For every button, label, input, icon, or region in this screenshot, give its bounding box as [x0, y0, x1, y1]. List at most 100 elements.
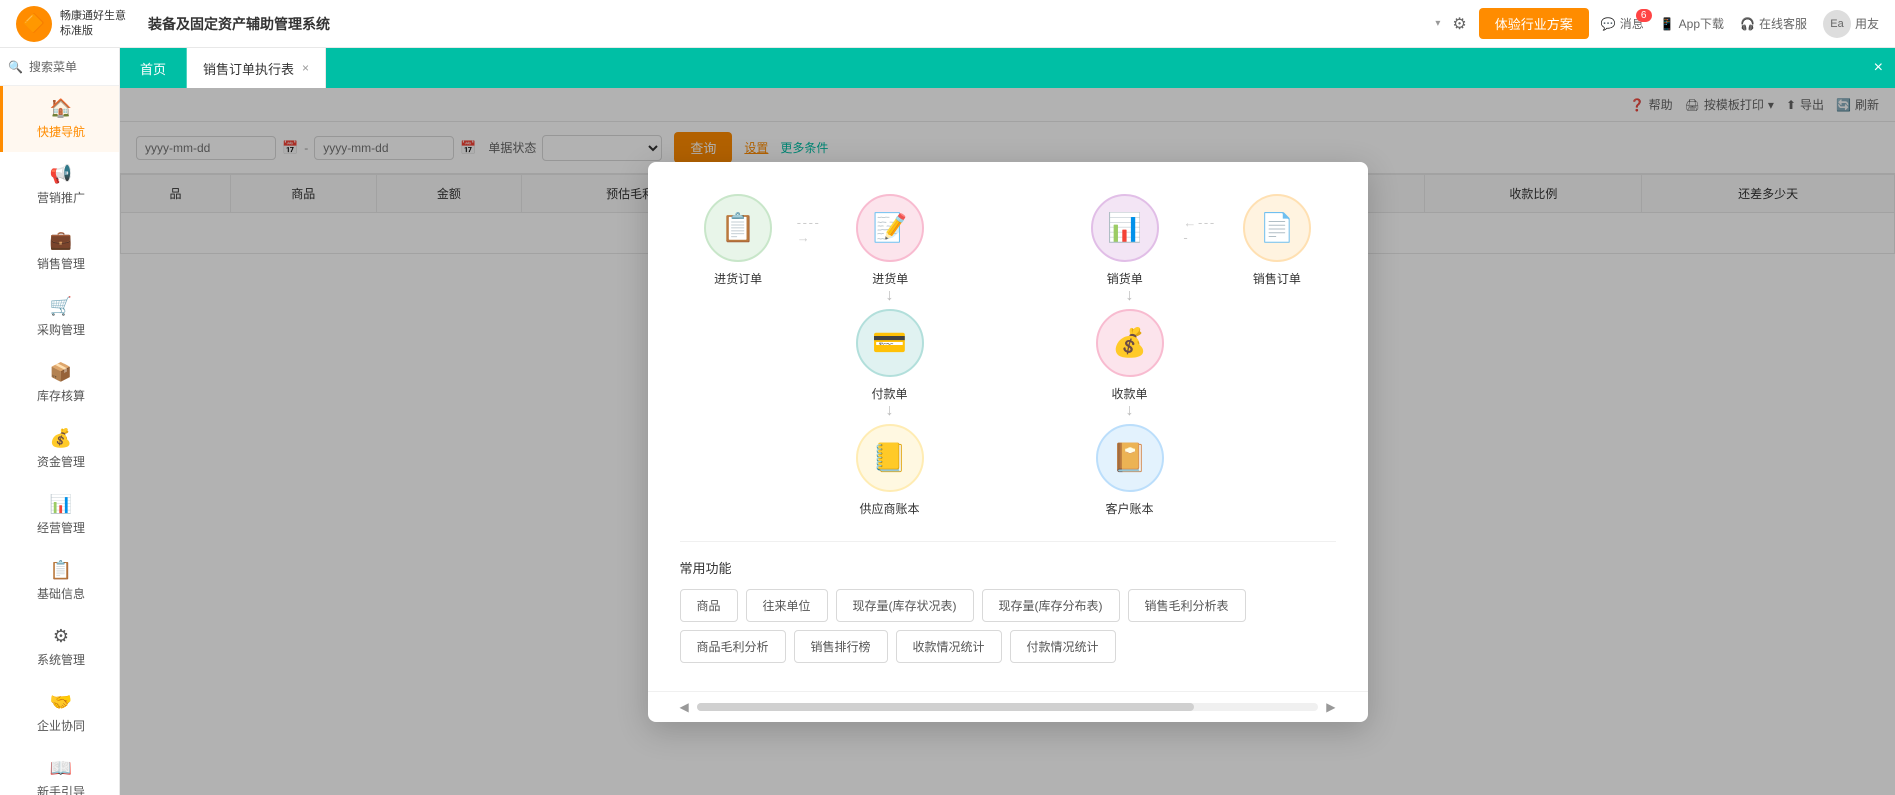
sale-bill-icon: 📊 [1091, 194, 1159, 262]
sale-order-icon: 📄 [1243, 194, 1311, 262]
settings-icon[interactable]: ⚙ [1452, 14, 1466, 34]
service-icon: 🎧 [1740, 17, 1755, 31]
sidebar-item-purchase[interactable]: 🛒 采购管理 [0, 284, 119, 350]
common-btn-sales-ranking[interactable]: 销售排行榜 [794, 630, 888, 663]
page-content: ❓ 帮助 🖨 按模板打印 ▾ ⬆ 导出 🔄 刷新 [120, 88, 1895, 795]
scroll-track[interactable] [697, 703, 1319, 711]
header-actions: 💬 消息 6 📱 App下载 🎧 在线客服 Ea 用友 [1601, 10, 1879, 38]
newbie-icon: 📖 [50, 758, 72, 779]
sidebar-item-inventory[interactable]: 📦 库存核算 [0, 350, 119, 416]
search-menu[interactable]: 🔍 搜索菜单 [0, 48, 119, 86]
content-area: 首页 销售订单执行表 × × ❓ 帮助 🖨 按模板打印 [120, 48, 1895, 795]
common-btn-inventory-status[interactable]: 现存量(库存状况表) [836, 589, 974, 622]
sales-icon: 💼 [50, 230, 72, 251]
top-header: 🔶 畅康通好生意 标准版 装备及固定资产辅助管理系统 ▾ ⚙ 体验行业方案 💬 … [0, 0, 1895, 48]
user-menu[interactable]: Ea 用友 [1823, 10, 1879, 38]
supplier-ledger-icon: 📒 [856, 424, 924, 492]
down-arrow-payment: ↓ [886, 402, 894, 420]
system-dropdown-arrow[interactable]: ▾ [1435, 18, 1440, 29]
receipt-label: 收款单 [1111, 385, 1147, 402]
tab-sales-order[interactable]: 销售订单执行表 × [187, 48, 326, 88]
purchase-bill-label: 进货单 [872, 270, 908, 287]
payment-icon: 💳 [856, 309, 924, 377]
receipt-icon: 💰 [1096, 309, 1164, 377]
down-arrow-sale: ↓ [1126, 287, 1134, 305]
sidebar-item-basic[interactable]: 📋 基础信息 [0, 548, 119, 614]
inventory-icon: 📦 [50, 362, 72, 383]
sidebar-item-enterprise[interactable]: 🤝 企业协同 [0, 680, 119, 746]
common-buttons-container: 商品 往来单位 现存量(库存状况表) 现存量(库存分布表) 销售毛利分析表 商品… [680, 589, 1336, 663]
down-arrow-receipt: ↓ [1126, 402, 1134, 420]
common-btn-receipt-stats[interactable]: 收款情况统计 [896, 630, 1002, 663]
sale-bill-label: 销货单 [1107, 270, 1143, 287]
tab-home[interactable]: 首页 [120, 48, 187, 88]
search-icon: 🔍 [8, 60, 23, 74]
common-title: 常用功能 [680, 558, 1336, 577]
flow-node-receipt: 💰 收款单 [1070, 309, 1190, 402]
supplier-ledger-label: 供应商账本 [859, 500, 919, 517]
flow-node-sale-bill: 📊 销货单 [1066, 194, 1183, 287]
sidebar-item-finance[interactable]: 💰 资金管理 [0, 416, 119, 482]
flow-node-supplier-ledger: 📒 供应商账本 [830, 424, 950, 517]
modal-scrollbar: ◀ ▶ [648, 691, 1368, 722]
logo-text: 畅康通好生意 标准版 [60, 9, 126, 38]
operation-icon: 📊 [50, 494, 72, 515]
scroll-right-arrow[interactable]: ▶ [1326, 700, 1335, 714]
modal-body: 📋 进货订单 - - - - → 📝 进货单 [648, 162, 1368, 683]
tab-bar: 首页 销售订单执行表 × × [120, 48, 1895, 88]
sidebar-item-system[interactable]: ⚙ 系统管理 [0, 614, 119, 680]
finance-icon: 💰 [50, 428, 72, 449]
common-btn-inventory-dist[interactable]: 现存量(库存分布表) [982, 589, 1120, 622]
enterprise-icon: 🤝 [50, 692, 72, 713]
flow-node-purchase-order: 📋 进货订单 [680, 194, 797, 287]
sale-order-label: 销售订单 [1253, 270, 1301, 287]
common-btn-product[interactable]: 商品 [680, 589, 738, 622]
purchase-bill-icon: 📝 [856, 194, 924, 262]
window-close-button[interactable]: × [1874, 59, 1883, 77]
online-service-button[interactable]: 🎧 在线客服 [1740, 15, 1807, 32]
customer-ledger-icon: 📔 [1096, 424, 1164, 492]
home-icon: 🏠 [50, 98, 72, 119]
try-button[interactable]: 体验行业方案 [1479, 8, 1589, 39]
scroll-thumb [697, 703, 1194, 711]
message-button[interactable]: 💬 消息 6 [1601, 15, 1644, 32]
marketing-icon: 📢 [50, 164, 72, 185]
avatar: Ea [1823, 10, 1851, 38]
common-functions-section: 常用功能 商品 往来单位 现存量(库存状况表) 现存量(库存分布表) 销售毛利分… [680, 541, 1336, 663]
logo-area: 🔶 畅康通好生意 标准版 [16, 6, 136, 42]
flow-modal: 📋 进货订单 - - - - → 📝 进货单 [648, 162, 1368, 722]
common-btn-sales-margin[interactable]: 销售毛利分析表 [1128, 589, 1246, 622]
system-icon: ⚙ [53, 626, 69, 647]
payment-label: 付款单 [871, 385, 907, 402]
main-layout: 🔍 搜索菜单 🏠 快捷导航 📢 营销推广 💼 销售管理 🛒 采购管理 📦 [0, 48, 1895, 795]
purchase-icon: 🛒 [50, 296, 72, 317]
flow-diagram: 📋 进货订单 - - - - → 📝 进货单 [680, 194, 1336, 517]
down-arrow-purchase: ↓ [886, 287, 894, 305]
tab-close-icon[interactable]: × [302, 61, 309, 75]
flow-node-sale-order: 📄 销售订单 [1218, 194, 1335, 287]
sidebar-item-operation[interactable]: 📊 经营管理 [0, 482, 119, 548]
flow-node-purchase-bill: 📝 进货单 [832, 194, 949, 287]
app-download-button[interactable]: 📱 App下载 [1660, 15, 1724, 32]
message-badge: 6 [1636, 9, 1652, 22]
sidebar-item-sales[interactable]: 💼 销售管理 [0, 218, 119, 284]
modal-overlay[interactable]: 📋 进货订单 - - - - → 📝 进货单 [120, 88, 1895, 795]
logo-icon: 🔶 [16, 6, 52, 42]
sidebar-item-marketing[interactable]: 📢 营销推广 [0, 152, 119, 218]
sidebar-item-newbie[interactable]: 📖 新手引导 [0, 746, 119, 795]
system-title: 装备及固定资产辅助管理系统 [148, 14, 1423, 34]
common-btn-counterparty[interactable]: 往来单位 [746, 589, 828, 622]
app-container: 🔶 畅康通好生意 标准版 装备及固定资产辅助管理系统 ▾ ⚙ 体验行业方案 💬 … [0, 0, 1895, 795]
basic-icon: 📋 [50, 560, 72, 581]
download-icon: 📱 [1660, 17, 1675, 31]
sidebar-item-quick-nav[interactable]: 🏠 快捷导航 [0, 86, 119, 152]
customer-ledger-label: 客户账本 [1105, 500, 1153, 517]
scroll-left-arrow[interactable]: ◀ [680, 700, 689, 714]
purchase-order-label: 进货订单 [714, 270, 762, 287]
common-btn-payment-stats[interactable]: 付款情况统计 [1010, 630, 1116, 663]
common-btn-product-margin[interactable]: 商品毛利分析 [680, 630, 786, 663]
flow-node-customer-ledger: 📔 客户账本 [1070, 424, 1190, 517]
sidebar: 🔍 搜索菜单 🏠 快捷导航 📢 营销推广 💼 销售管理 🛒 采购管理 📦 [0, 48, 120, 795]
purchase-order-icon: 📋 [704, 194, 772, 262]
flow-node-payment: 💳 付款单 [830, 309, 950, 402]
